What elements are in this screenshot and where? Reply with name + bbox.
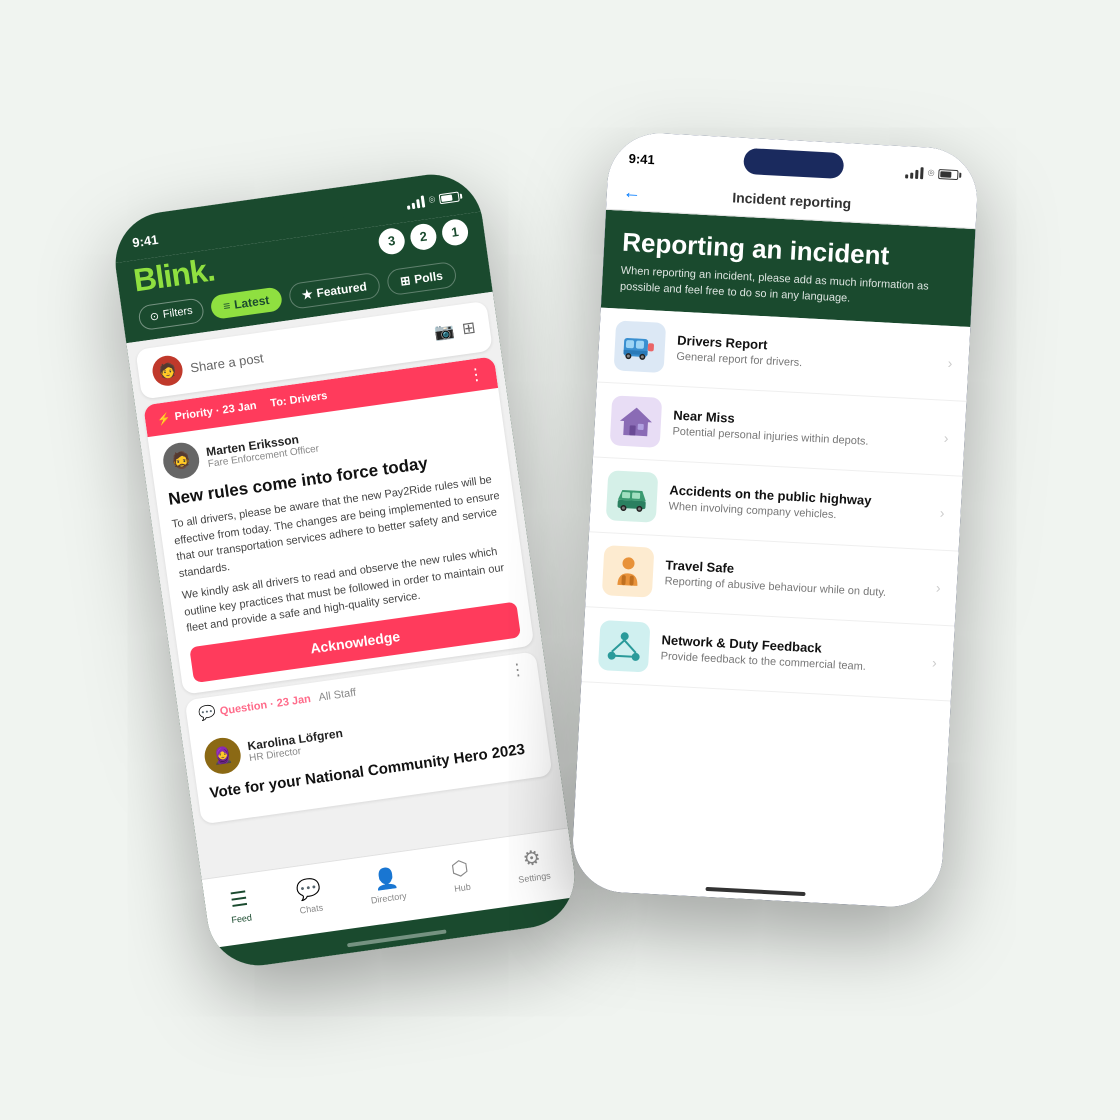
filter-icon: ⊙ (149, 309, 160, 323)
car-svg (611, 475, 653, 517)
author-avatar-1: 🧔 (161, 440, 202, 481)
network-svg (603, 625, 645, 667)
chevron-icon-3: › (936, 579, 942, 595)
tab-latest[interactable]: ≡ Latest (210, 286, 283, 320)
nav-chats[interactable]: 💬 Chats (295, 876, 325, 916)
nav-settings[interactable]: ⚙ Settings (514, 844, 551, 885)
chevron-icon-2: › (940, 505, 946, 521)
more-icon[interactable]: ⋮ (467, 364, 486, 386)
signal-icon-right (905, 166, 924, 179)
incident-text-1: Near Miss Potential personal injuries wi… (672, 408, 933, 453)
grid-icon: ⊞ (461, 318, 477, 340)
nav-feed[interactable]: ☰ Feed (227, 886, 252, 925)
incident-text-2: Accidents on the public highway When inv… (668, 483, 929, 528)
hub-icon: ⬡ (449, 855, 470, 882)
more-icon-2[interactable]: ⋮ (508, 659, 527, 681)
bus-svg (619, 326, 661, 368)
house-svg (615, 401, 657, 443)
tab-polls[interactable]: ⊞ Polls (386, 261, 458, 296)
feed-content: 🧑 Share a post 📷 ⊞ ⚡ Priority · 23 Jan (126, 292, 568, 879)
chevron-icon-1: › (943, 430, 949, 446)
question-label: Question · 23 Jan (219, 693, 311, 718)
share-icons: 📷 ⊞ (433, 318, 477, 344)
nav-directory[interactable]: 👤 Directory (366, 864, 407, 906)
incident-text-4: Network & Duty Feedback Provide feedback… (660, 633, 921, 678)
incident-text-0: Drivers Report General report for driver… (676, 333, 937, 378)
time-left: 9:41 (131, 231, 159, 249)
nav-hub[interactable]: ⬡ Hub (449, 855, 471, 894)
battery-icon-right (938, 169, 958, 180)
author-info-2: Karolina Löfgren HR Director (247, 726, 346, 764)
settings-icon: ⚙ (521, 845, 542, 872)
time-right: 9:41 (628, 150, 655, 166)
badge-1[interactable]: 1 (440, 217, 469, 246)
tab-featured[interactable]: ★ Featured (287, 272, 381, 310)
chats-icon: 💬 (295, 876, 323, 904)
phone-right: 9:41 ⌾ ← Incident reporti (570, 131, 979, 909)
camera-icon: 📷 (433, 321, 456, 344)
badge-2[interactable]: 2 (409, 222, 438, 251)
incident-list: Drivers Report General report for driver… (572, 308, 971, 886)
person-svg (607, 550, 649, 592)
filters-button[interactable]: ⊙ Filters (137, 297, 205, 331)
lightning-icon: ⚡ (156, 411, 171, 426)
phone-left: 9:41 ⌾ Blink. (109, 168, 581, 972)
question-icon: 💬 (197, 704, 217, 723)
post-card-1: ⚡ Priority · 23 Jan To: Drivers ⋮ 🧔 Mart… (143, 356, 534, 694)
latest-icon: ≡ (222, 298, 231, 313)
status-icons-right: ⌾ (905, 166, 958, 182)
user-avatar: 🧑 (151, 354, 185, 388)
incident-icon-car (606, 470, 659, 523)
author-info-1: Marten Eriksson Fare Enforcement Officer (205, 429, 319, 469)
page-title-right: Incident reporting (732, 189, 852, 211)
notch-right (743, 148, 844, 179)
back-button[interactable]: ← (622, 181, 641, 203)
signal-icon (406, 195, 425, 209)
wifi-icon-right: ⌾ (927, 167, 934, 180)
question-audience: All Staff (318, 686, 357, 703)
chevron-icon-0: › (947, 355, 953, 371)
incident-text-3: Travel Safe Reporting of abusive behavio… (664, 558, 925, 603)
incident-icon-person (602, 545, 655, 598)
incident-icon-network (598, 620, 651, 673)
incident-icon-bus (614, 320, 667, 373)
polls-icon: ⊞ (399, 273, 411, 288)
directory-icon: 👤 (372, 865, 400, 893)
battery-icon (439, 192, 460, 205)
status-icons-left: ⌾ (406, 190, 460, 210)
right-green-header: Reporting an incident When reporting an … (601, 210, 976, 327)
badge-3[interactable]: 3 (377, 226, 406, 255)
incident-icon-house (610, 395, 663, 448)
share-placeholder: Share a post (189, 327, 427, 375)
chevron-icon-4: › (932, 654, 938, 670)
star-icon: ★ (301, 287, 314, 302)
feed-icon: ☰ (228, 886, 249, 913)
author-avatar-2: 🧕 (202, 735, 243, 776)
wifi-icon: ⌾ (428, 193, 436, 207)
